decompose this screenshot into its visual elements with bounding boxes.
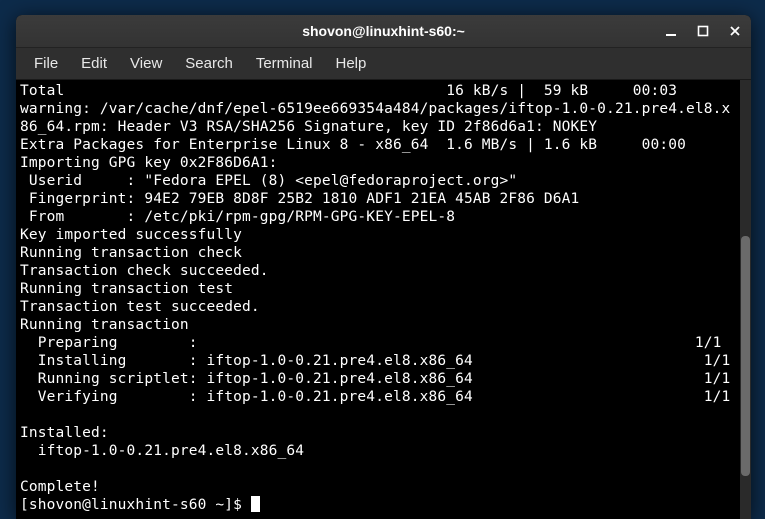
shell-prompt: [shovon@linuxhint-s60 ~]$ (20, 497, 251, 513)
scrollbar-thumb[interactable] (741, 236, 750, 476)
menu-terminal[interactable]: Terminal (246, 51, 323, 76)
minimize-icon (665, 25, 677, 37)
menu-edit[interactable]: Edit (71, 51, 117, 76)
menu-file[interactable]: File (24, 51, 68, 76)
menubar: File Edit View Search Terminal Help (16, 48, 751, 80)
maximize-icon (697, 25, 709, 37)
menu-search[interactable]: Search (175, 51, 243, 76)
terminal-window: shovon@linuxhint-s60:~ File Edit View Se… (16, 15, 751, 519)
window-controls (661, 15, 745, 47)
terminal-output[interactable]: Total 16 kB/s | 59 kB 00:03 warning: /va… (16, 80, 751, 519)
minimize-button[interactable] (661, 21, 681, 41)
titlebar[interactable]: shovon@linuxhint-s60:~ (16, 15, 751, 48)
scrollbar[interactable] (740, 80, 751, 519)
maximize-button[interactable] (693, 21, 713, 41)
menu-help[interactable]: Help (326, 51, 377, 76)
cursor (251, 496, 260, 512)
menu-view[interactable]: View (120, 51, 172, 76)
window-title: shovon@linuxhint-s60:~ (302, 23, 465, 39)
close-button[interactable] (725, 21, 745, 41)
close-icon (729, 25, 741, 37)
